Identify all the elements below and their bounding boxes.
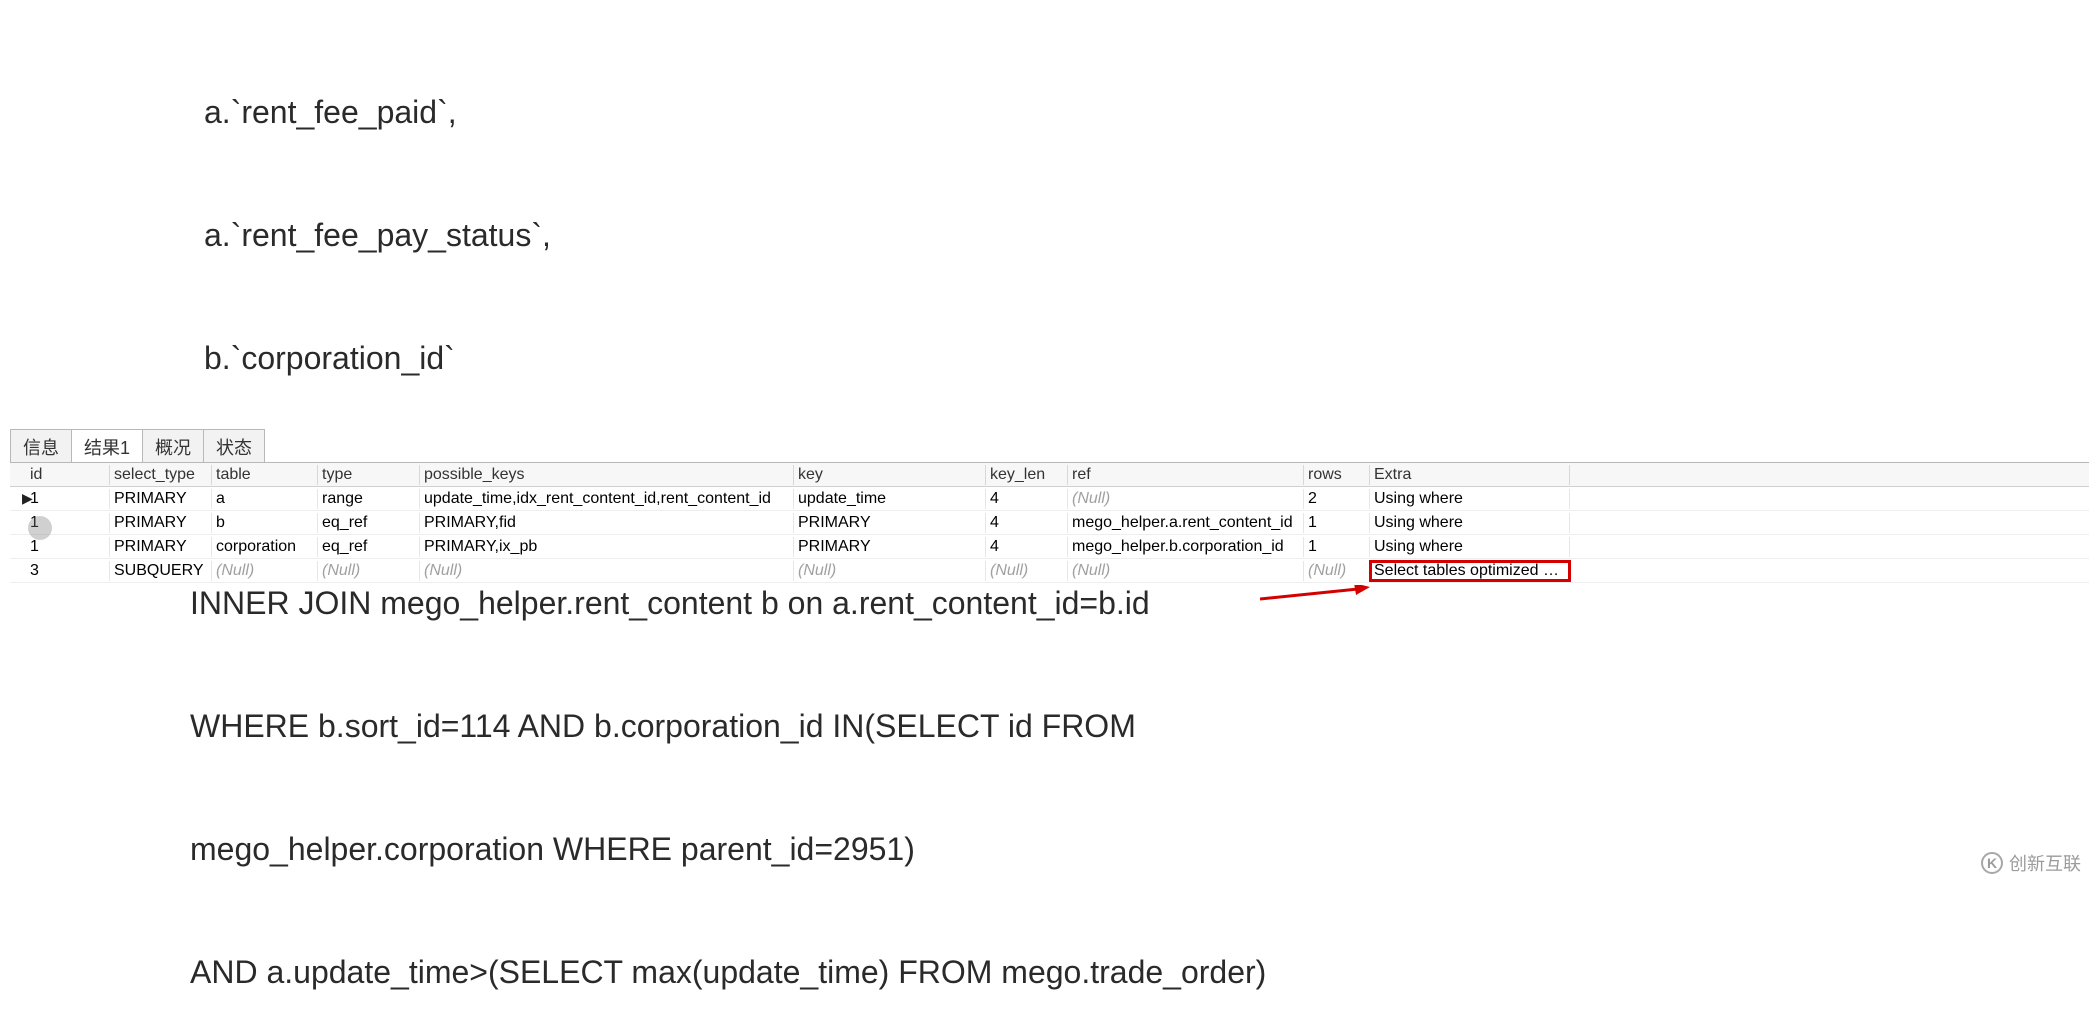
table-row[interactable]: 1PRIMARYbeq_refPRIMARY,fidPRIMARY4mego_h… xyxy=(10,511,2089,535)
col-header-id[interactable]: id xyxy=(10,465,110,485)
sql-line: a.`rent_fee_pay_status`, xyxy=(190,215,2089,256)
col-header-extra[interactable]: Extra xyxy=(1370,465,1570,485)
cell: eq_ref xyxy=(318,513,420,533)
watermark-logo-icon: K xyxy=(1981,852,2003,874)
cell: PRIMARY xyxy=(110,537,212,557)
results-panel: 信息 结果1 概况 状态 id select_type table type p… xyxy=(10,432,2089,583)
result-tabs: 信息 结果1 概况 状态 xyxy=(10,432,2089,462)
cell: Using where xyxy=(1370,513,1570,533)
cell: SUBQUERY xyxy=(110,561,212,581)
col-header-select-type[interactable]: select_type xyxy=(110,465,212,485)
col-header-key[interactable]: key xyxy=(794,465,986,485)
cell: PRIMARY xyxy=(794,513,986,533)
cell: PRIMARY,ix_pb xyxy=(420,537,794,557)
cell: (Null) xyxy=(420,561,794,581)
tab-info[interactable]: 信息 xyxy=(10,429,72,462)
sql-line: mego_helper.corporation WHERE parent_id=… xyxy=(190,829,2089,870)
tab-status[interactable]: 状态 xyxy=(203,429,265,462)
col-header-key-len[interactable]: key_len xyxy=(986,465,1068,485)
cell: 4 xyxy=(986,537,1068,557)
sql-line: INNER JOIN mego_helper.rent_content b on… xyxy=(190,583,2089,624)
sql-line: WHERE b.sort_id=114 AND b.corporation_id… xyxy=(190,706,2089,747)
cell: eq_ref xyxy=(318,537,420,557)
table-row[interactable]: 1PRIMARYcorporationeq_refPRIMARY,ix_pbPR… xyxy=(10,535,2089,559)
watermark: K 创新互联 xyxy=(1981,850,2081,876)
col-header-possible-keys[interactable]: possible_keys xyxy=(420,465,794,485)
col-header-table[interactable]: table xyxy=(212,465,318,485)
cell: PRIMARY xyxy=(110,489,212,509)
cell: Using where xyxy=(1370,537,1570,557)
cell: (Null) xyxy=(1068,489,1304,509)
cell: (Null) xyxy=(212,561,318,581)
tab-result1[interactable]: 结果1 xyxy=(71,429,143,462)
sql-line: a.`rent_fee_paid`, xyxy=(190,92,2089,133)
cell: 4 xyxy=(986,513,1068,533)
cell: 1 xyxy=(1304,513,1370,533)
table-row[interactable]: 3SUBQUERY(Null)(Null)(Null)(Null)(Null)(… xyxy=(10,559,2089,583)
mouse-cursor-indicator xyxy=(28,516,52,540)
cell: 3 xyxy=(10,561,110,581)
cell: (Null) xyxy=(1068,561,1304,581)
cell: 1 xyxy=(10,513,110,533)
cell: (Null) xyxy=(318,561,420,581)
sql-line: b.`corporation_id` xyxy=(190,338,2089,379)
cell: 1 xyxy=(10,537,110,557)
cell: mego_helper.a.rent_content_id xyxy=(1068,513,1304,533)
cell: (Null) xyxy=(794,561,986,581)
grid-header-row: id select_type table type possible_keys … xyxy=(10,463,2089,487)
watermark-text: 创新互联 xyxy=(2009,850,2081,876)
annotation-arrow-icon xyxy=(1260,585,1370,599)
cell: PRIMARY xyxy=(110,513,212,533)
cell: (Null) xyxy=(1304,561,1370,581)
cell: 4 xyxy=(986,489,1068,509)
tab-profile[interactable]: 概况 xyxy=(142,429,204,462)
col-header-rows[interactable]: rows xyxy=(1304,465,1370,485)
cell: PRIMARY,fid xyxy=(420,513,794,533)
explain-grid[interactable]: id select_type table type possible_keys … xyxy=(10,462,2089,583)
cell: corporation xyxy=(212,537,318,557)
cell: update_time,idx_rent_content_id,rent_con… xyxy=(420,489,794,509)
cell: update_time xyxy=(794,489,986,509)
cell: Using where xyxy=(1370,489,1570,509)
current-row-marker-icon: ▶ xyxy=(22,490,33,507)
table-row[interactable]: ▶1PRIMARYarangeupdate_time,idx_rent_cont… xyxy=(10,487,2089,511)
cell: PRIMARY xyxy=(794,537,986,557)
cell: a xyxy=(212,489,318,509)
cell: mego_helper.b.corporation_id xyxy=(1068,537,1304,557)
col-header-ref[interactable]: ref xyxy=(1068,465,1304,485)
cell: (Null) xyxy=(986,561,1068,581)
col-header-type[interactable]: type xyxy=(318,465,420,485)
cell: 1 xyxy=(1304,537,1370,557)
cell-extra-highlighted: Select tables optimized away xyxy=(1370,561,1570,581)
cell: b xyxy=(212,513,318,533)
sql-line: AND a.update_time>(SELECT max(update_tim… xyxy=(190,952,2089,993)
cell: 2 xyxy=(1304,489,1370,509)
cell: range xyxy=(318,489,420,509)
